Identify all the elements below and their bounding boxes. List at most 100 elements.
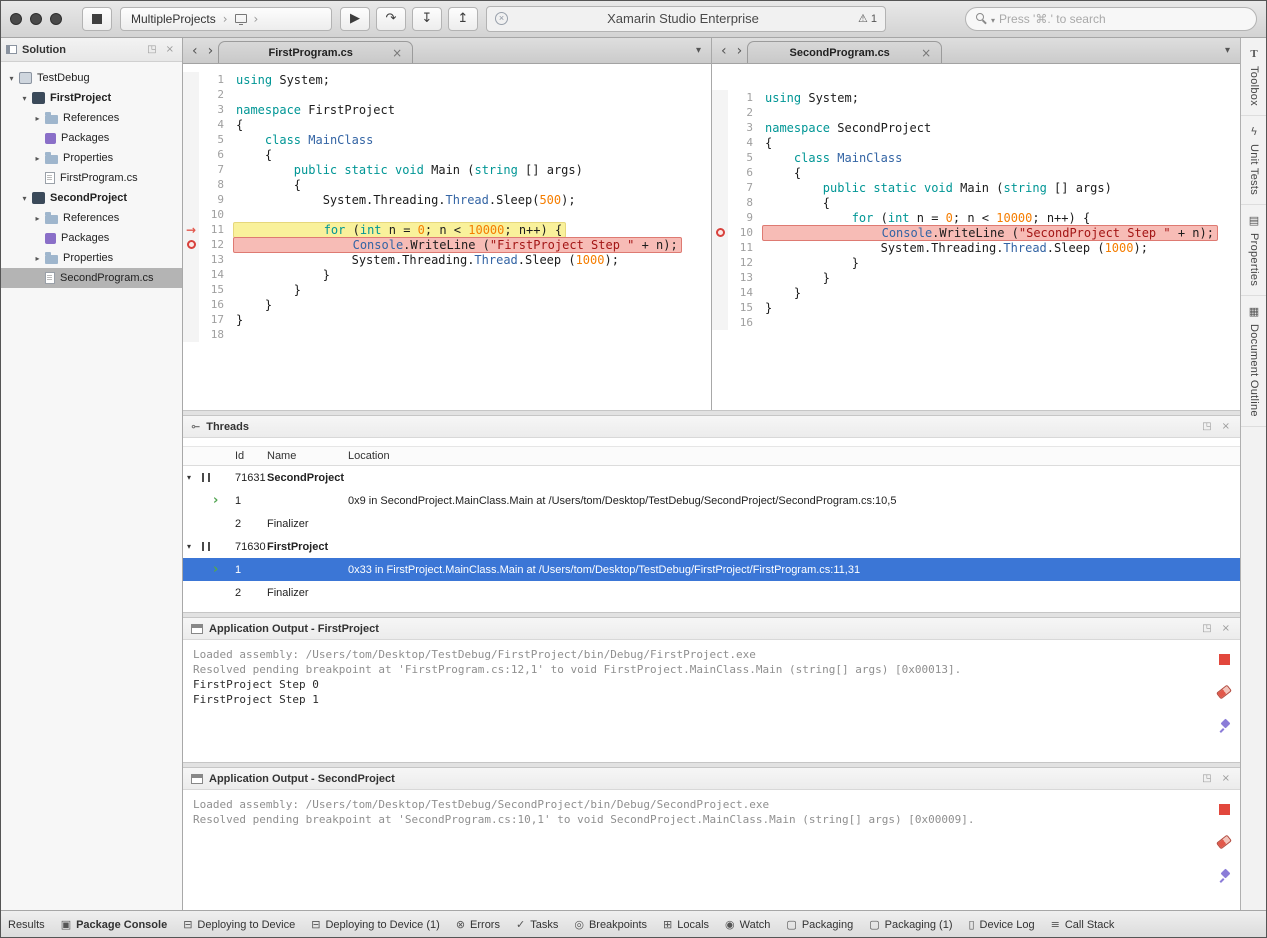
code-text[interactable]: using System;	[762, 91, 862, 105]
breakpoint-icon[interactable]	[183, 237, 199, 252]
editor-list-dropdown[interactable]	[690, 45, 707, 56]
expander-icon[interactable]	[19, 194, 30, 203]
breakpoint-gutter[interactable]	[183, 87, 199, 102]
statusbar-tab-deploying-to-device[interactable]: Deploying to Device	[183, 918, 295, 931]
code-text[interactable]: }	[762, 256, 862, 270]
tree-item-packages[interactable]: Packages	[0, 228, 182, 248]
breakpoint-gutter[interactable]	[183, 102, 199, 117]
dock-tab-properties[interactable]: Properties	[1241, 205, 1267, 296]
breakpoint-gutter[interactable]	[183, 132, 199, 147]
expander-icon[interactable]	[187, 542, 191, 551]
code-text[interactable]: }	[233, 313, 246, 327]
tree-item-testdebug[interactable]: TestDebug	[0, 68, 182, 88]
close-pad-button[interactable]	[1220, 421, 1232, 432]
close-tab-icon[interactable]	[392, 46, 402, 60]
tree-item-firstproject[interactable]: FirstProject	[0, 88, 182, 108]
expander-icon[interactable]	[32, 254, 43, 263]
breakpoint-gutter[interactable]	[712, 105, 728, 120]
expander-icon[interactable]	[32, 154, 43, 163]
pin-output-icon[interactable]	[1217, 869, 1231, 883]
code-text[interactable]: {	[762, 196, 833, 210]
dock-pad-button[interactable]	[1200, 773, 1213, 784]
output-console[interactable]: Loaded assembly: /Users/tom/Desktop/Test…	[183, 790, 1240, 910]
code-editor-firstprogram[interactable]: 1using System;23namespace FirstProject4{…	[183, 64, 711, 410]
close-pad-button[interactable]	[1220, 623, 1232, 634]
statusbar-tab-breakpoints[interactable]: Breakpoints	[574, 918, 647, 931]
statusbar-tab-call-stack[interactable]: Call Stack	[1051, 918, 1115, 931]
statusbar-tab-device-log[interactable]: Device Log	[968, 918, 1034, 931]
breakpoint-icon[interactable]	[712, 225, 728, 240]
run-button[interactable]	[340, 7, 370, 31]
close-window-button[interactable]	[10, 13, 22, 25]
breakpoint-gutter[interactable]	[183, 117, 199, 132]
breakpoint-gutter[interactable]	[712, 240, 728, 255]
expander-icon[interactable]	[19, 94, 30, 103]
code-text[interactable]: Console.WriteLine ("FirstProject Step " …	[233, 237, 682, 253]
navigate-forward-button[interactable]	[732, 42, 748, 59]
code-text[interactable]: public static void Main (string [] args)	[762, 181, 1115, 195]
breakpoint-gutter[interactable]	[183, 312, 199, 327]
breakpoint-gutter[interactable]	[712, 180, 728, 195]
breakpoint-gutter[interactable]	[712, 135, 728, 150]
expander-icon[interactable]	[32, 114, 43, 123]
stop-process-icon[interactable]	[1219, 804, 1230, 815]
code-text[interactable]: }	[233, 298, 275, 312]
breakpoint-gutter[interactable]	[712, 165, 728, 180]
editor-tab-firstprogram[interactable]: FirstProgram.cs	[218, 41, 413, 63]
breakpoint-gutter[interactable]	[183, 162, 199, 177]
code-text[interactable]: }	[762, 271, 833, 285]
code-text[interactable]: {	[233, 178, 304, 192]
thread-row[interactable]: 2Finalizer	[183, 512, 1240, 535]
expander-icon[interactable]	[187, 473, 191, 482]
statusbar-tab-package-console[interactable]: Package Console	[61, 918, 168, 931]
breakpoint-gutter[interactable]	[183, 192, 199, 207]
navigate-back-button[interactable]	[716, 42, 732, 59]
tree-item-secondproject[interactable]: SecondProject	[0, 188, 182, 208]
navigate-forward-button[interactable]	[203, 42, 219, 59]
code-text[interactable]: {	[233, 118, 246, 132]
tree-item-properties[interactable]: Properties	[0, 148, 182, 168]
tree-item-secondprogram-cs[interactable]: SecondProgram.cs	[0, 268, 182, 288]
dock-tab-unit-tests[interactable]: Unit Tests	[1241, 116, 1267, 205]
step-out-button[interactable]	[448, 7, 478, 31]
code-text[interactable]: }	[233, 268, 333, 282]
code-text[interactable]: class MainClass	[233, 133, 376, 147]
breakpoint-gutter[interactable]	[712, 120, 728, 135]
code-text[interactable]: System.Threading.Thread.Sleep (1000);	[762, 241, 1151, 255]
clear-console-icon[interactable]	[1216, 835, 1232, 850]
output-console[interactable]: Loaded assembly: /Users/tom/Desktop/Test…	[183, 640, 1240, 762]
statusbar-tab-errors[interactable]: Errors	[456, 918, 500, 931]
breakpoint-gutter[interactable]	[183, 267, 199, 282]
breakpoint-gutter[interactable]	[712, 150, 728, 165]
dock-pad-button[interactable]	[1200, 623, 1213, 634]
dock-pad-button[interactable]	[145, 44, 158, 55]
thread-row[interactable]: 10x9 in SecondProject.MainClass.Main at …	[183, 489, 1240, 512]
tree-item-references[interactable]: References	[0, 108, 182, 128]
expander-icon[interactable]	[32, 214, 43, 223]
code-text[interactable]: }	[233, 283, 304, 297]
breakpoint-gutter[interactable]	[183, 252, 199, 267]
breakpoint-gutter[interactable]	[183, 297, 199, 312]
close-pad-button[interactable]	[1220, 773, 1232, 784]
code-text[interactable]: {	[762, 136, 775, 150]
code-editor-secondprogram[interactable]: 1using System;23namespace SecondProject4…	[712, 64, 1240, 410]
code-text[interactable]: using System;	[233, 73, 333, 87]
code-text[interactable]: {	[233, 148, 275, 162]
dock-tab-toolbox[interactable]: Toolbox	[1241, 38, 1267, 116]
breakpoint-gutter[interactable]	[712, 270, 728, 285]
editor-list-dropdown[interactable]	[1219, 45, 1236, 56]
pin-output-icon[interactable]	[1217, 719, 1231, 733]
thread-row[interactable]: 71630FirstProject	[183, 535, 1240, 558]
thread-row[interactable]: 2Finalizer	[183, 581, 1240, 604]
code-text[interactable]: for (int n = 0; n < 10000; n++) {	[762, 211, 1093, 225]
statusbar-tab-results[interactable]: Results	[8, 919, 45, 931]
breakpoint-gutter[interactable]	[183, 177, 199, 192]
dock-tab-document-outline[interactable]: Document Outline	[1241, 296, 1267, 427]
code-text[interactable]: for (int n = 0; n < 10000; n++) {	[233, 222, 566, 238]
stop-button[interactable]	[82, 7, 112, 31]
editor-tab-secondprogram[interactable]: SecondProgram.cs	[747, 41, 942, 63]
close-tab-icon[interactable]	[921, 46, 931, 60]
dock-pad-button[interactable]	[1200, 421, 1213, 432]
statusbar-tab-deploying-to-device-1[interactable]: Deploying to Device (1)	[311, 918, 440, 931]
navigate-back-button[interactable]	[187, 42, 203, 59]
